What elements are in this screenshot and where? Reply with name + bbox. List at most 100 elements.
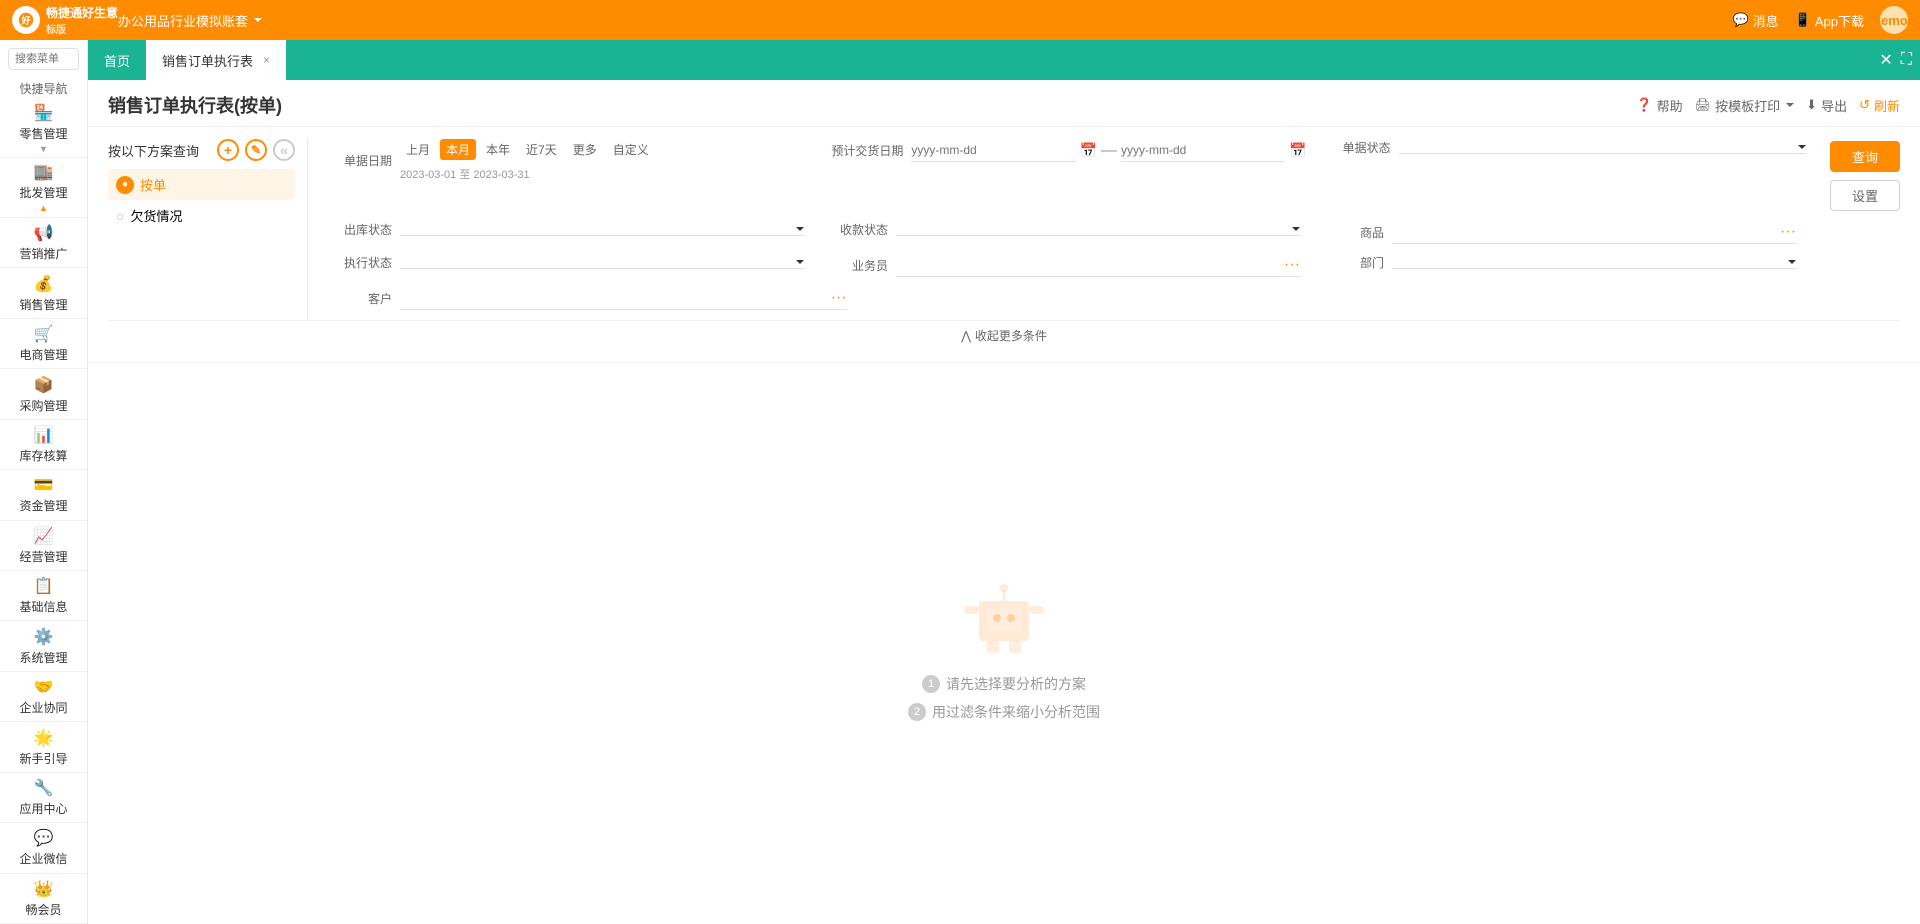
maximize-icon[interactable]: ⛶ [1901, 51, 1912, 69]
sidebar-label-wholesale: 批发管理 [19, 184, 67, 201]
scheme-active-dot: ● [116, 176, 134, 194]
status-arrow-icon [1798, 145, 1806, 149]
sidebar-item-wholesale[interactable]: 🏬 批发管理 ▲ [0, 158, 87, 217]
add-scheme-button[interactable]: + [217, 139, 239, 161]
sidebar-item-appstore[interactable]: 🔧 应用中心 [0, 773, 87, 823]
sidebar-item-basic[interactable]: 📋 基础信息 [0, 571, 87, 621]
tab-sales-order[interactable]: 销售订单执行表 × [146, 40, 286, 80]
filter-cell-goods: 商品 ··· [1324, 221, 1796, 244]
filter-cell-salesman: 业务员 ··· [828, 254, 1300, 277]
tab-home[interactable]: 首页 [88, 40, 146, 80]
refresh-button[interactable]: ↺ 刷新 [1859, 96, 1900, 115]
collapse-scheme-button[interactable]: « [273, 139, 295, 161]
sidebar-label-basic: 基础信息 [19, 598, 67, 615]
status-select[interactable] [1399, 141, 1806, 154]
search-input[interactable] [8, 48, 79, 70]
sidebar-item-wechat[interactable]: 💬 企业微信 [0, 823, 87, 873]
sidebar-item-guide[interactable]: 🌟 新手引导 [0, 722, 87, 772]
sidebar-item-ecommerce[interactable]: 🛒 电商管理 [0, 319, 87, 369]
app-download-button[interactable]: 📱 App下载 [1795, 11, 1864, 30]
sidebar-item-marketing[interactable]: 📢 营销推广 [0, 218, 87, 268]
settings-button[interactable]: 设置 [1830, 180, 1900, 211]
page-title: 销售订单执行表(按单) [108, 92, 282, 118]
filter-row-1: 单据日期 上月 本月 本年 近7天 更多 自定义 20 [332, 139, 1900, 211]
print-button[interactable]: 🖨 按模板打印 [1695, 96, 1795, 115]
page-actions: ❓ 帮助 🖨 按模板打印 ⬇ 导出 ↺ 刷新 [1636, 96, 1900, 115]
calendar-icon-1[interactable]: 📅 [1080, 142, 1097, 159]
tab-bar-right: ✕ ⛶ [1879, 50, 1920, 70]
sidebar-label-collab: 企业协同 [19, 699, 67, 716]
date-label: 单据日期 [332, 152, 392, 169]
dept-arrow-icon [1788, 260, 1796, 264]
ecommerce-icon: 🛒 [34, 324, 54, 344]
filter-row-2: 出库状态 收款状态 [332, 221, 1900, 244]
edit-scheme-button[interactable]: ✎ [245, 139, 267, 161]
scheme-item-shortage[interactable]: ○ 欠货情况 [108, 200, 295, 231]
sidebar-nav-header[interactable]: 快捷导航 [0, 74, 87, 99]
filter-cell-dept: 部门 [1324, 254, 1796, 271]
help-button[interactable]: ❓ 帮助 [1636, 96, 1682, 115]
date-tab-custom[interactable]: 自定义 [607, 139, 655, 160]
tab-close-icon[interactable]: × [263, 53, 270, 67]
filter-panel: 按以下方案查询 + ✎ « ● 按单 ○ [88, 127, 1920, 363]
salesman-label: 业务员 [828, 257, 888, 274]
sidebar-item-sales[interactable]: 💰 销售管理 [0, 268, 87, 318]
topbar-right: 💬 消息 📱 App下载 demo2 [1732, 6, 1908, 34]
sidebar-item-inventory[interactable]: 📊 库存核算 [0, 420, 87, 470]
expected-date-to[interactable] [1121, 139, 1285, 162]
export-button[interactable]: ⬇ 导出 [1806, 96, 1847, 115]
receiptstatus-label: 收款状态 [828, 221, 888, 238]
sidebar-item-collaboration[interactable]: 🤝 企业协同 [0, 672, 87, 722]
sidebar-label-system: 系统管理 [19, 649, 67, 666]
outstatus-select[interactable] [400, 223, 804, 236]
receiptstatus-select[interactable] [896, 223, 1300, 236]
filter-action-col: 查询 设置 [1830, 139, 1900, 211]
hint-number-2: 2 [908, 703, 926, 721]
goods-picker-icon[interactable]: ··· [1780, 223, 1796, 241]
sidebar-label-inventory: 库存核算 [19, 447, 67, 464]
sidebar-item-purchase[interactable]: 📦 采购管理 [0, 369, 87, 419]
filter-cell-execstatus: 执行状态 [332, 254, 804, 271]
sidebar-item-finance[interactable]: 💳 资金管理 [0, 470, 87, 520]
message-button[interactable]: 💬 消息 [1732, 11, 1778, 30]
search-button[interactable]: 查询 [1830, 141, 1900, 172]
calendar-icon-2[interactable]: 📅 [1289, 142, 1306, 159]
basic-icon: 📋 [34, 576, 54, 596]
expected-date-label: 预计交货日期 [831, 142, 903, 159]
account-dropdown[interactable]: 办公用品行业模拟账套 [118, 11, 262, 30]
filter-panel-inner: 按以下方案查询 + ✎ « ● 按单 ○ [108, 139, 1900, 320]
date-tab-thismonth[interactable]: 本月 [440, 139, 476, 160]
collapse-bar[interactable]: ⋀ 收起更多条件 [108, 320, 1900, 350]
sidebar-label-retail: 零售管理 [19, 125, 67, 142]
filter-fields: 单据日期 上月 本月 本年 近7天 更多 自定义 20 [316, 139, 1900, 320]
sidebar-search-container [0, 40, 87, 74]
svg-text:好: 好 [20, 15, 30, 26]
sidebar-item-member[interactable]: 👑 畅会员 [0, 874, 87, 924]
tab-bar: 首页 销售订单执行表 × ✕ ⛶ [88, 40, 1920, 80]
date-tab-thisyear[interactable]: 本年 [480, 139, 516, 160]
scheme-item-order[interactable]: ● 按单 [108, 169, 295, 200]
help-icon: ❓ [1636, 97, 1652, 113]
date-tab-more[interactable]: 更多 [567, 139, 603, 160]
user-menu[interactable]: demo2 [1880, 6, 1908, 34]
salesman-picker-icon[interactable]: ··· [1284, 256, 1300, 274]
sidebar-item-retail[interactable]: 🏪 零售管理 ▼ [0, 99, 87, 158]
dept-select[interactable] [1392, 256, 1796, 269]
date-tab-7days[interactable]: 近7天 [520, 139, 563, 160]
expected-date-from[interactable] [911, 139, 1075, 162]
app-icon: 🔧 [34, 778, 54, 798]
filter-cell-date: 单据日期 上月 本月 本年 近7天 更多 自定义 20 [332, 139, 807, 182]
customer-picker-icon[interactable]: ··· [831, 289, 847, 307]
empty-hint-2: 2 用过滤条件来缩小分析范围 [908, 702, 1100, 722]
execstatus-select[interactable] [400, 256, 804, 269]
sidebar-label-marketing: 营销推广 [19, 245, 67, 262]
date-tab-lastmonth[interactable]: 上月 [400, 139, 436, 160]
salesman-input: ··· [896, 254, 1300, 277]
date-tabs-container: 上月 本月 本年 近7天 更多 自定义 2023-03-01 至 2023-03… [400, 139, 807, 182]
print-icon: 🖨 [1695, 97, 1712, 113]
status-label: 单据状态 [1331, 139, 1391, 156]
customer-label: 客户 [332, 290, 392, 307]
sidebar-item-system[interactable]: ⚙️ 系统管理 [0, 621, 87, 671]
close-window-icon[interactable]: ✕ [1879, 50, 1892, 70]
sidebar-item-management[interactable]: 📈 经营管理 [0, 521, 87, 571]
